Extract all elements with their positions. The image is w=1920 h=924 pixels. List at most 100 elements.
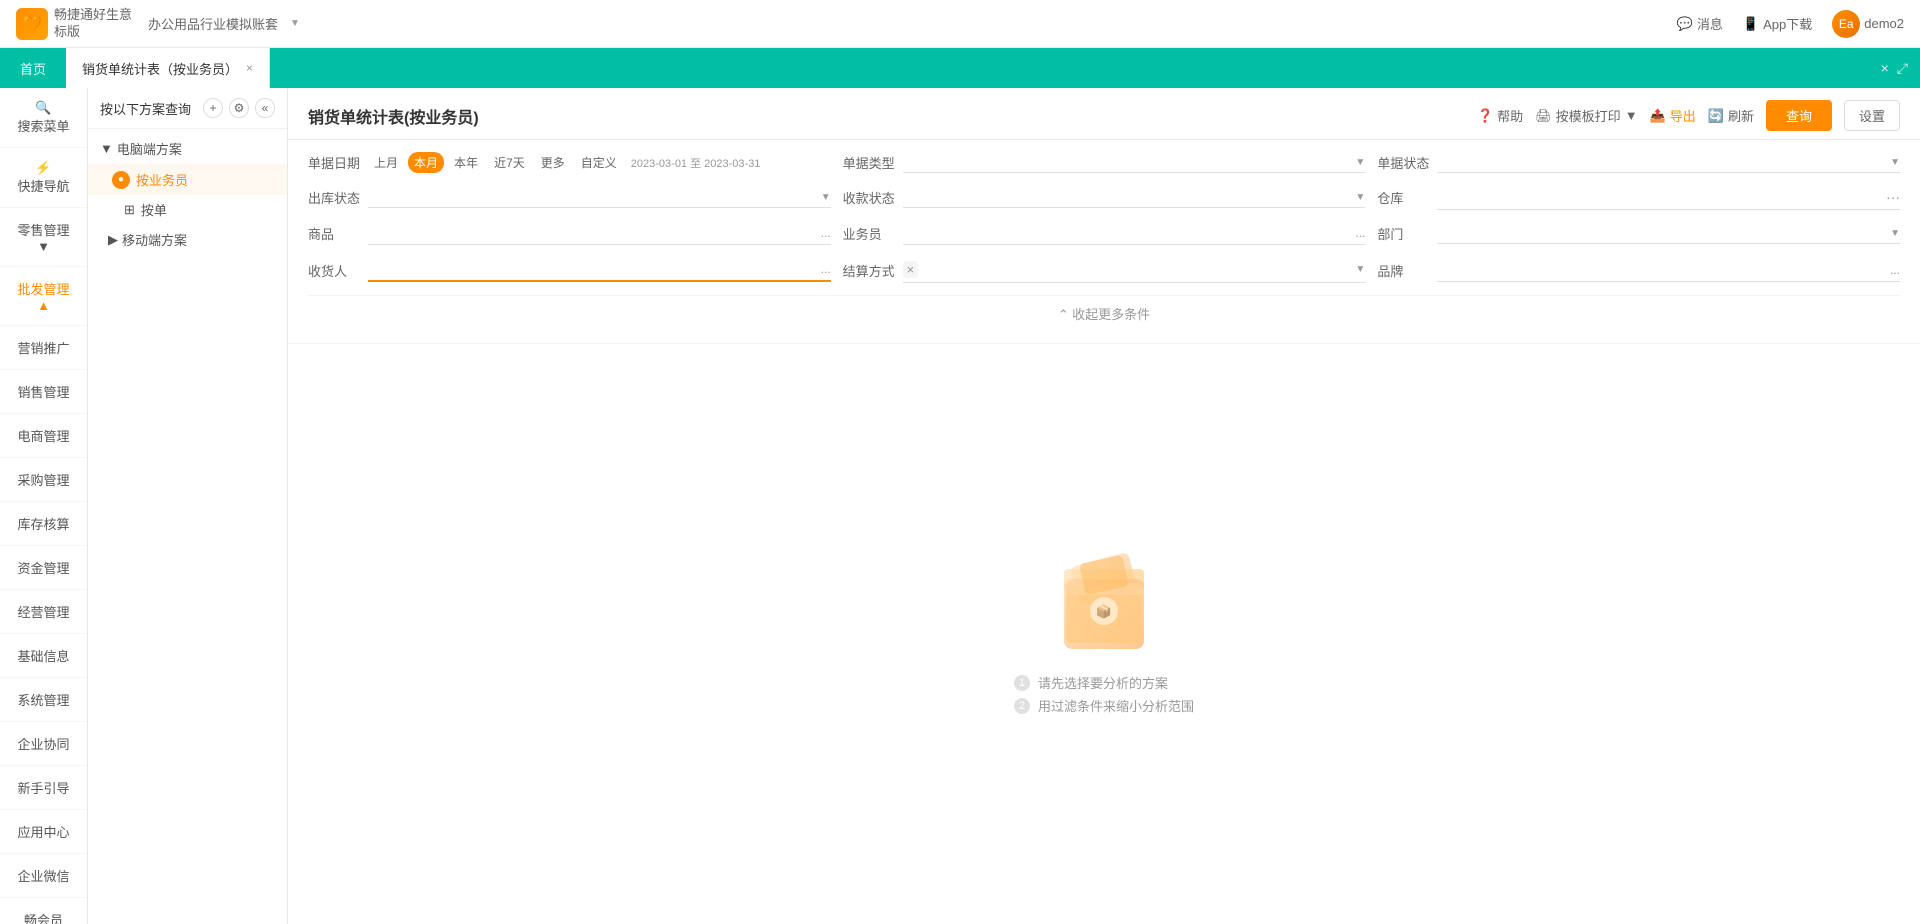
sidebar-item-marketing[interactable]: 营销推广	[0, 326, 87, 370]
print-button[interactable]: 🖨 按模板打印 ▼	[1535, 106, 1637, 125]
bill-type-arrow: ▼	[1355, 157, 1365, 168]
tab-active[interactable]: 销货单统计表（按业务员） ×	[66, 48, 270, 88]
page-title: 销货单统计表(按业务员)	[308, 104, 479, 128]
settings-scheme-button[interactable]: ⚙	[229, 98, 249, 118]
expand-icon[interactable]: ⤢	[1897, 60, 1908, 77]
filter-bill-status: 单据状态 ▼	[1377, 153, 1900, 173]
left-panel-actions: + ⚙ «	[203, 98, 275, 118]
sidebar-quick-nav-label: 快捷导航	[8, 176, 79, 195]
tree-mobile-parent[interactable]: ▶ 移动端方案	[88, 224, 287, 255]
filter-date: 单据日期 上月 本月 本年 近7天 更多 自定义 2023-03-01 至 20…	[308, 152, 831, 173]
message-label: 消息	[1697, 14, 1723, 33]
brand-input[interactable]: ...	[1437, 259, 1900, 282]
bill-type-label: 单据类型	[843, 153, 895, 172]
system-name[interactable]: 办公用品行业模拟账套	[148, 14, 278, 33]
sidebar-item-wechat[interactable]: 企业微信	[0, 854, 87, 898]
refresh-button[interactable]: 🔄 刷新	[1708, 106, 1754, 125]
tree-active-child-label: 按业务员	[136, 170, 188, 189]
query-button[interactable]: 查询	[1766, 100, 1832, 131]
left-panel-header: 按以下方案查询 + ⚙ «	[88, 88, 287, 129]
sidebar-item-apps[interactable]: 应用中心	[0, 810, 87, 854]
sidebar-item-members[interactable]: 畅会员	[0, 898, 87, 924]
sidebar-item-system[interactable]: 系统管理	[0, 678, 87, 722]
sidebar-item-sales[interactable]: 销售管理	[0, 370, 87, 414]
bill-status-select[interactable]: ▼	[1437, 153, 1900, 173]
help-button[interactable]: ❓ 帮助	[1477, 106, 1523, 125]
settlement-tag-close[interactable]: ×	[907, 262, 915, 277]
print-icon: 🖨	[1535, 108, 1552, 124]
sidebar-item-basic[interactable]: 基础信息	[0, 634, 87, 678]
date-tab-last-month[interactable]: 上月	[368, 152, 404, 173]
sidebar-item-newbie[interactable]: 新手引导	[0, 766, 87, 810]
tree-desktop-parent[interactable]: ▼ 电脑端方案	[88, 133, 287, 164]
sidebar-quick-nav[interactable]: ⚡ 快捷导航	[0, 148, 87, 208]
filter-consignee: 收货人 ...	[308, 258, 831, 282]
collapse-panel-button[interactable]: «	[255, 98, 275, 118]
receipt-status-label: 收款状态	[843, 188, 895, 207]
receipt-status-select[interactable]: ▼	[903, 188, 1366, 208]
goods-input[interactable]: ...	[368, 222, 831, 245]
empty-state: 📦 1 请先选择要分析的方案 2 用过滤条件来缩小分析范围	[288, 344, 1920, 924]
filter-salesman: 业务员 ...	[843, 222, 1366, 245]
sidebar-search[interactable]: 🔍 搜索菜单	[0, 88, 87, 148]
brand-dots[interactable]: ...	[1890, 263, 1900, 277]
filter-brand: 品牌 ...	[1377, 259, 1900, 282]
sidebar-enterprise-label: 企业协同	[8, 734, 79, 753]
sidebar-item-enterprise[interactable]: 企业协同	[0, 722, 87, 766]
page-header: 销货单统计表(按业务员) ❓ 帮助 🖨 按模板打印 ▼ 📤 导出	[288, 88, 1920, 140]
close-window-icon[interactable]: ×	[1881, 60, 1889, 76]
tree-grandchild-by-order[interactable]: ⊞ 按单	[88, 195, 287, 224]
bill-type-select[interactable]: ▼	[903, 153, 1366, 173]
empty-svg: 📦	[1044, 549, 1164, 649]
settlement-label: 结算方式	[843, 261, 895, 280]
add-scheme-button[interactable]: +	[203, 98, 223, 118]
filter-row-1: 单据日期 上月 本月 本年 近7天 更多 自定义 2023-03-01 至 20…	[308, 152, 1900, 173]
tab-home[interactable]: 首页	[0, 48, 66, 88]
date-tab-custom[interactable]: 自定义	[575, 152, 623, 173]
department-select[interactable]: ▼	[1437, 224, 1900, 244]
out-status-select[interactable]: ▼	[368, 188, 831, 208]
sidebar-item-purchase[interactable]: 采购管理	[0, 458, 87, 502]
sidebar-item-operation[interactable]: 经营管理	[0, 590, 87, 634]
print-label: 按模板打印	[1556, 106, 1621, 125]
sidebar: 🔍 搜索菜单 ⚡ 快捷导航 零售管理 ▼ 批发管理 ▲ 营销推广 销售管理 电商…	[0, 88, 88, 924]
consignee-input[interactable]: ...	[368, 258, 831, 282]
sidebar-members-label: 畅会员	[8, 910, 79, 924]
tree-child-by-salesman[interactable]: ● 按业务员	[88, 164, 287, 195]
tab-close-icon[interactable]: ×	[246, 61, 253, 75]
goods-dots[interactable]: ...	[821, 226, 831, 240]
message-button[interactable]: 💬 消息	[1677, 14, 1723, 33]
system-dropdown-arrow[interactable]: ▼	[290, 18, 300, 29]
settlement-select[interactable]: × ▼	[903, 257, 1366, 283]
bill-status-label: 单据状态	[1377, 153, 1429, 172]
filter-row-3: 商品 ... 业务员 ... 部门 ▼	[308, 222, 1900, 245]
sidebar-item-finance[interactable]: 资金管理	[0, 546, 87, 590]
help-label: 帮助	[1497, 106, 1523, 125]
date-tab-7days[interactable]: 近7天	[488, 152, 531, 173]
sidebar-item-inventory[interactable]: 库存核算	[0, 502, 87, 546]
user-menu[interactable]: Ea demo2	[1832, 10, 1904, 38]
salesman-dots[interactable]: ...	[1355, 226, 1365, 240]
page-title-row: 销货单统计表(按业务员) ❓ 帮助 🖨 按模板打印 ▼ 📤 导出	[308, 100, 1900, 131]
date-tab-this-year[interactable]: 本年	[448, 152, 484, 173]
tree-expand-icon: ▼	[100, 141, 113, 156]
export-button[interactable]: 📤 导出	[1650, 106, 1696, 125]
top-header: 🧡 畅捷通好生意 标版 办公用品行业模拟账套 ▼ 💬 消息 📱 App下载 Ea…	[0, 0, 1920, 48]
settings-button[interactable]: 设置	[1844, 100, 1900, 131]
warehouse-input[interactable]: ···	[1437, 185, 1900, 210]
app-download-button[interactable]: 📱 App下载	[1743, 14, 1812, 33]
sidebar-operation-label: 经营管理	[8, 602, 79, 621]
date-tab-more[interactable]: 更多	[535, 152, 571, 173]
collapse-bar[interactable]: ⌃ 收起更多条件	[308, 295, 1900, 331]
order-icon: ⊞	[124, 202, 135, 218]
warehouse-dots[interactable]: ···	[1886, 189, 1900, 205]
sidebar-item-wholesale[interactable]: 批发管理 ▲	[0, 267, 87, 326]
tab-bar-right: × ⤢	[1869, 48, 1920, 88]
sidebar-item-retail[interactable]: 零售管理 ▼	[0, 208, 87, 267]
logo-area[interactable]: 🧡 畅捷通好生意 标版	[16, 7, 132, 41]
date-tab-this-month[interactable]: 本月	[408, 152, 444, 173]
sidebar-item-ecommerce[interactable]: 电商管理	[0, 414, 87, 458]
salesman-input[interactable]: ...	[903, 222, 1366, 245]
hint-num-1: 1	[1014, 675, 1030, 691]
consignee-dots[interactable]: ...	[821, 262, 831, 276]
